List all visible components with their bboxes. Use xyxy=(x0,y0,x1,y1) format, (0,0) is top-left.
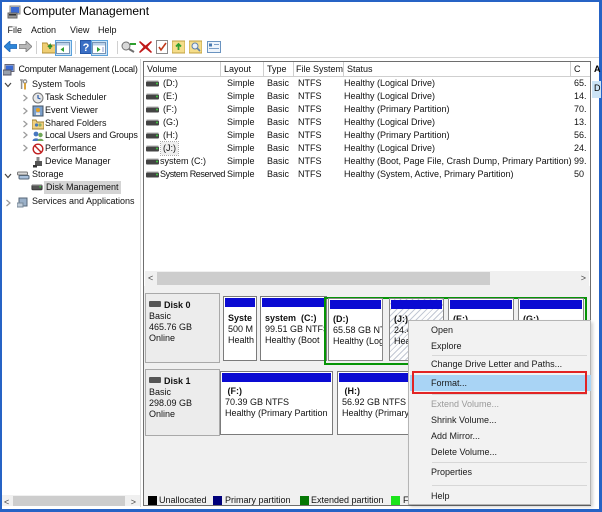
svg-text:?: ? xyxy=(83,42,90,54)
